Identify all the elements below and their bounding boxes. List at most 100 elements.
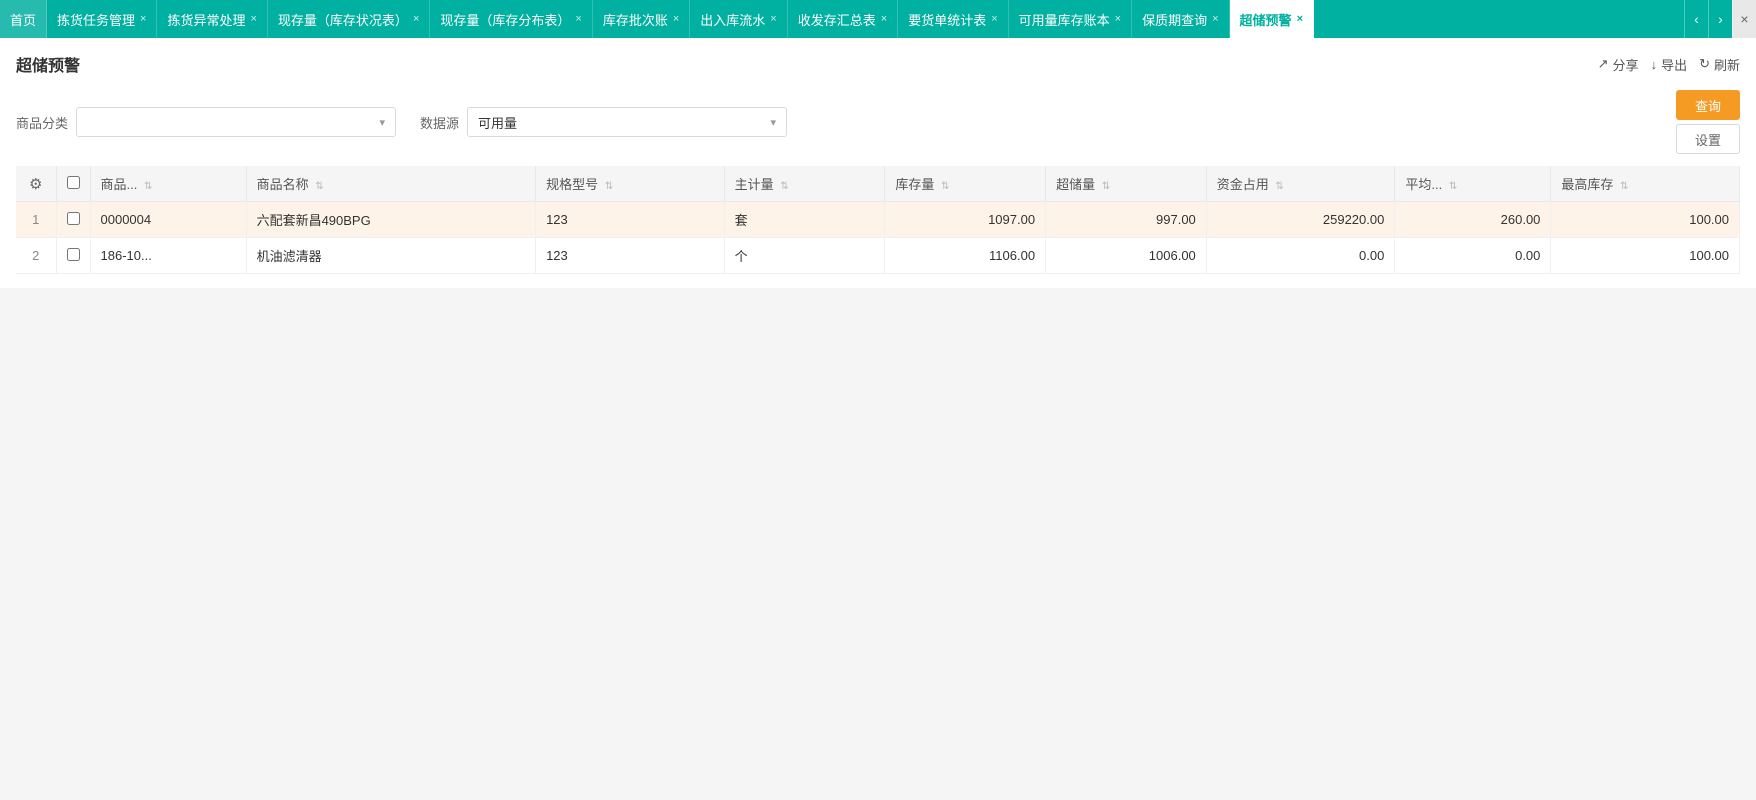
sort-icon[interactable]: ⇅ bbox=[605, 181, 613, 192]
row-max-stock: 100.00 bbox=[1551, 202, 1740, 238]
th-max-stock: 最高库存 ⇅ bbox=[1551, 166, 1740, 202]
th-spec: 规格型号 ⇅ bbox=[536, 166, 725, 202]
close-icon[interactable]: × bbox=[673, 13, 679, 25]
row-avg: 260.00 bbox=[1395, 202, 1551, 238]
th-unit: 主计量 ⇅ bbox=[724, 166, 885, 202]
refresh-icon: ↻ bbox=[1699, 56, 1710, 72]
page-content: 超储预警 ↗ 分享 ↓ 导出 ↻ 刷新 商品分类 ▾ 数据源 bbox=[0, 38, 1756, 288]
nav-arrow-left[interactable]: ‹ bbox=[1684, 0, 1708, 38]
row-product-code: 0000004 bbox=[90, 202, 246, 238]
sort-icon[interactable]: ⇅ bbox=[1275, 181, 1283, 192]
close-icon[interactable]: × bbox=[140, 13, 146, 25]
close-icon[interactable]: × bbox=[413, 13, 419, 25]
nav-order-stat[interactable]: 要货单统计表 × bbox=[898, 0, 1008, 38]
row-over-stock: 997.00 bbox=[1046, 202, 1207, 238]
filter-buttons: 查询 设置 bbox=[1676, 90, 1740, 154]
select-all-checkbox[interactable] bbox=[67, 176, 80, 189]
share-icon: ↗ bbox=[1598, 56, 1609, 72]
nav-arrow-close[interactable]: × bbox=[1732, 0, 1756, 38]
page-title-bar: 超储预警 ↗ 分享 ↓ 导出 ↻ 刷新 bbox=[16, 52, 1740, 76]
row-checkbox[interactable] bbox=[56, 202, 90, 238]
nav-overstock-warning[interactable]: 超储预警 × bbox=[1230, 0, 1314, 38]
row-max-stock: 100.00 bbox=[1551, 238, 1740, 274]
nav-stock-dist[interactable]: 现存量（库存分布表） × bbox=[430, 0, 592, 38]
chevron-down-icon: ▾ bbox=[771, 116, 777, 129]
close-icon[interactable]: × bbox=[991, 13, 997, 25]
nav-pick-exception[interactable]: 拣货异常处理 × bbox=[157, 0, 267, 38]
th-product-code: 商品... ⇅ bbox=[90, 166, 246, 202]
table-row: 2 186-10... 机油滤清器 123 个 1106.00 1006.00 … bbox=[16, 238, 1740, 274]
sort-icon[interactable]: ⇅ bbox=[941, 181, 949, 192]
nav-arrow-right[interactable]: › bbox=[1708, 0, 1732, 38]
row-spec: 123 bbox=[536, 238, 725, 274]
nav-home[interactable]: 首页 bbox=[0, 0, 47, 38]
row-product-name: 机油滤清器 bbox=[246, 238, 536, 274]
filter-area: 商品分类 ▾ 数据源 可用量 ▾ 查询 设置 bbox=[16, 90, 1740, 154]
row-select-checkbox[interactable] bbox=[67, 248, 80, 261]
th-avg: 平均... ⇅ bbox=[1395, 166, 1551, 202]
close-icon[interactable]: × bbox=[1297, 13, 1303, 25]
top-navigation: 首页 拣货任务管理 × 拣货异常处理 × 现存量（库存状况表） × 现存量（库存… bbox=[0, 0, 1756, 38]
nav-stock-status[interactable]: 现存量（库存状况表） × bbox=[268, 0, 430, 38]
nav-scroll-arrows: ‹ › × bbox=[1684, 0, 1756, 38]
row-product-code: 186-10... bbox=[90, 238, 246, 274]
th-checkbox bbox=[56, 166, 90, 202]
refresh-button[interactable]: ↻ 刷新 bbox=[1699, 55, 1740, 74]
close-icon[interactable]: × bbox=[250, 13, 256, 25]
row-avg: 0.00 bbox=[1395, 238, 1551, 274]
chevron-down-icon: ▾ bbox=[379, 116, 385, 129]
row-over-stock: 1006.00 bbox=[1046, 238, 1207, 274]
nav-available-account[interactable]: 可用量库存账本 × bbox=[1009, 0, 1132, 38]
row-checkbox[interactable] bbox=[56, 238, 90, 274]
row-spec: 123 bbox=[536, 202, 725, 238]
row-capital-usage: 0.00 bbox=[1206, 238, 1395, 274]
th-settings: ⚙ bbox=[16, 166, 56, 202]
close-icon[interactable]: × bbox=[575, 13, 581, 25]
sort-icon[interactable]: ⇅ bbox=[144, 181, 152, 192]
nav-pick-task[interactable]: 拣货任务管理 × bbox=[47, 0, 157, 38]
close-icon[interactable]: × bbox=[1212, 13, 1218, 25]
data-table: ⚙ 商品... ⇅ 商品名称 ⇅ 规格型号 ⇅ 主计量 bbox=[16, 166, 1740, 274]
table-row: 1 0000004 六配套新昌490BPG 123 套 1097.00 997.… bbox=[16, 202, 1740, 238]
share-button[interactable]: ↗ 分享 bbox=[1598, 55, 1639, 74]
export-button[interactable]: ↓ 导出 bbox=[1651, 55, 1688, 74]
sort-icon[interactable]: ⇅ bbox=[315, 181, 323, 192]
th-stock: 库存量 ⇅ bbox=[885, 166, 1046, 202]
th-capital-usage: 资金占用 ⇅ bbox=[1206, 166, 1395, 202]
row-index: 1 bbox=[16, 202, 56, 238]
th-product-name: 商品名称 ⇅ bbox=[246, 166, 536, 202]
row-index: 2 bbox=[16, 238, 56, 274]
datasource-label: 数据源 bbox=[420, 113, 459, 132]
row-capital-usage: 259220.00 bbox=[1206, 202, 1395, 238]
page-title: 超储预警 bbox=[16, 52, 80, 76]
close-icon[interactable]: × bbox=[770, 13, 776, 25]
th-over-stock: 超储量 ⇅ bbox=[1046, 166, 1207, 202]
sort-icon[interactable]: ⇅ bbox=[1102, 181, 1110, 192]
nav-quality-check[interactable]: 保质期查询 × bbox=[1132, 0, 1229, 38]
page-actions: ↗ 分享 ↓ 导出 ↻ 刷新 bbox=[1598, 55, 1740, 74]
datasource-value: 可用量 bbox=[478, 113, 517, 132]
row-product-name: 六配套新昌490BPG bbox=[246, 202, 536, 238]
row-unit: 个 bbox=[724, 238, 885, 274]
product-category-select[interactable]: ▾ bbox=[76, 107, 396, 137]
table-header-row: ⚙ 商品... ⇅ 商品名称 ⇅ 规格型号 ⇅ 主计量 bbox=[16, 166, 1740, 202]
query-button[interactable]: 查询 bbox=[1676, 90, 1740, 120]
row-unit: 套 bbox=[724, 202, 885, 238]
setting-button[interactable]: 设置 bbox=[1676, 124, 1740, 154]
product-category-label: 商品分类 bbox=[16, 113, 68, 132]
nav-summary[interactable]: 收发存汇总表 × bbox=[788, 0, 898, 38]
close-icon[interactable]: × bbox=[1115, 13, 1121, 25]
sort-icon[interactable]: ⇅ bbox=[780, 181, 788, 192]
sort-icon[interactable]: ⇅ bbox=[1449, 181, 1457, 192]
nav-batch-account[interactable]: 库存批次账 × bbox=[593, 0, 690, 38]
export-icon: ↓ bbox=[1651, 57, 1658, 72]
datasource-filter: 数据源 可用量 ▾ bbox=[420, 107, 787, 137]
close-icon[interactable]: × bbox=[881, 13, 887, 25]
nav-inout-flow[interactable]: 出入库流水 × bbox=[690, 0, 787, 38]
row-select-checkbox[interactable] bbox=[67, 212, 80, 225]
row-stock: 1097.00 bbox=[885, 202, 1046, 238]
product-category-filter: 商品分类 ▾ bbox=[16, 107, 396, 137]
datasource-select[interactable]: 可用量 ▾ bbox=[467, 107, 787, 137]
gear-icon[interactable]: ⚙ bbox=[29, 176, 42, 193]
sort-icon[interactable]: ⇅ bbox=[1620, 181, 1628, 192]
